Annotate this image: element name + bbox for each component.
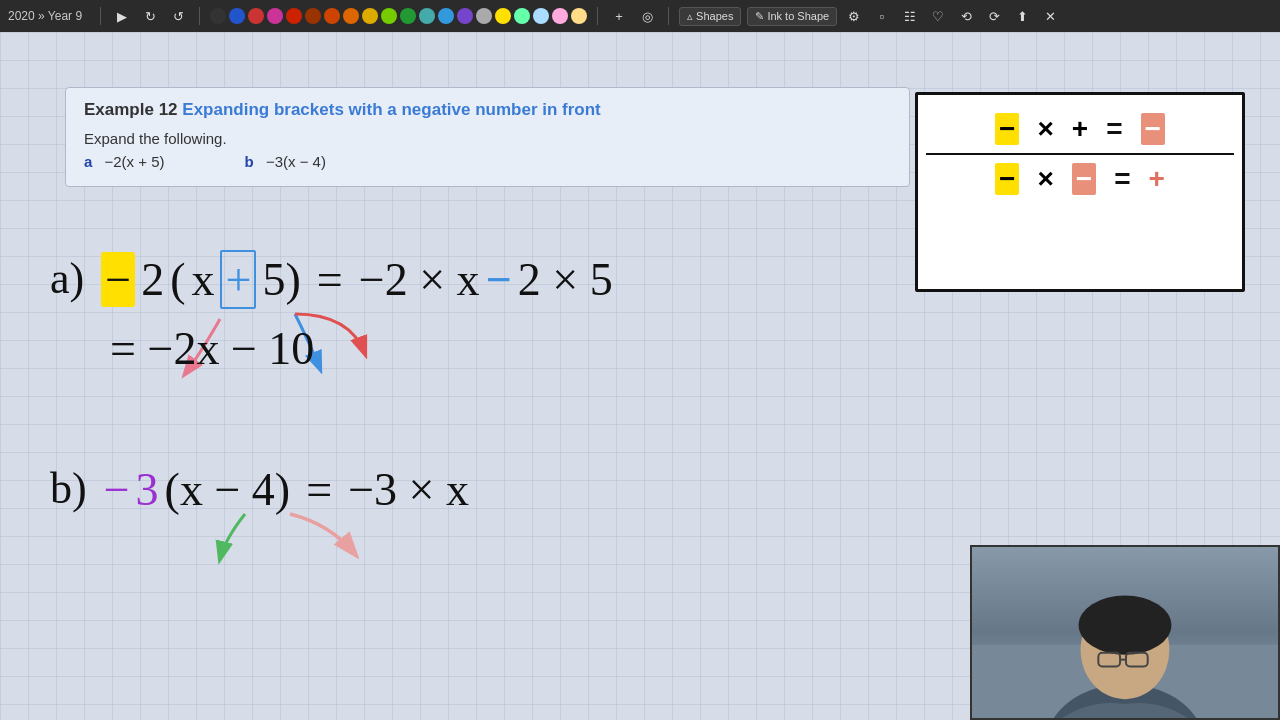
color-purple[interactable]: [457, 8, 473, 24]
color-highlight-green[interactable]: [514, 8, 530, 24]
part-b-rhs: −3 × x: [348, 462, 469, 517]
color-brown[interactable]: [305, 8, 321, 24]
bell-icon[interactable]: ♡: [927, 5, 949, 27]
part-a-rhs2: 2 × 5: [518, 252, 613, 307]
part-a-x: x: [191, 252, 214, 307]
redo-icon[interactable]: ↺: [167, 5, 189, 27]
sep3: [597, 7, 598, 25]
example-title: Example 12 Expanding brackets with a neg…: [84, 100, 891, 120]
part-b-neg: −: [104, 462, 130, 517]
toolbar: 2020 » Year 9 ▶ ↻ ↺ + ◎ ▵ Shapes ✎ Ink t…: [0, 0, 1280, 32]
color-green[interactable]: [400, 8, 416, 24]
canvas: Example 12 Expanding brackets with a neg…: [0, 32, 1280, 720]
sep2: [199, 7, 200, 25]
share-icon[interactable]: ⬆: [1011, 5, 1033, 27]
undo2-icon[interactable]: ⟲: [955, 5, 977, 27]
part-a-2: 2: [141, 252, 164, 307]
example-problems: a −2(x + 5) b −3(x − 4): [84, 153, 891, 170]
sign-rules-box: − × + = − − × − = +: [915, 92, 1245, 292]
color-yellow[interactable]: [362, 8, 378, 24]
problem-a-label: a: [84, 153, 92, 170]
part-a-5: 5): [262, 252, 300, 307]
part-a-open: (: [170, 252, 185, 307]
color-blue[interactable]: [229, 8, 245, 24]
color-lime[interactable]: [381, 8, 397, 24]
part-b-workings: b) − 3 (x − 4) = −3 × x: [50, 462, 469, 517]
sign-plus-1: +: [1072, 113, 1088, 145]
example-box: Example 12 Expanding brackets with a neg…: [65, 87, 910, 187]
color-black[interactable]: [210, 8, 226, 24]
shapes-icon: ▵: [687, 10, 693, 23]
color-highlight-blue[interactable]: [533, 8, 549, 24]
problem-a-expr: −2(x + 5): [105, 153, 165, 170]
part-a-result: = −2x − 10: [110, 321, 314, 376]
sign-eq-1: =: [1106, 113, 1122, 145]
webcam-feed: [972, 547, 1278, 718]
sign-minus-3: −: [1072, 163, 1096, 195]
problem-a: a −2(x + 5): [84, 153, 165, 170]
add-icon[interactable]: +: [608, 5, 630, 27]
sign-result-1: −: [1141, 113, 1165, 145]
part-b-eq: =: [306, 462, 332, 517]
undo-icon[interactable]: ↻: [139, 5, 161, 27]
part-b-open: (x − 4): [165, 462, 291, 517]
sign-row-1: − × + = −: [918, 95, 1242, 153]
sign-minus-1: −: [995, 113, 1019, 145]
part-a-label: a): [50, 253, 95, 306]
color-orange[interactable]: [324, 8, 340, 24]
lasso-icon[interactable]: ◎: [636, 5, 658, 27]
problem-b-label: b: [245, 153, 254, 170]
breadcrumb: 2020 » Year 9: [8, 9, 82, 23]
part-b-3: 3: [136, 462, 159, 517]
eraser-icon[interactable]: ▫: [871, 5, 893, 27]
pen-colors: [210, 8, 587, 24]
color-darkred[interactable]: [286, 8, 302, 24]
close-icon[interactable]: ✕: [1039, 5, 1061, 27]
toolbar-separator: [100, 7, 101, 25]
grid-icon[interactable]: ☷: [899, 5, 921, 27]
part-a-line: a) −2 ( x + 5) = −2 × x − 2 × 5: [50, 250, 613, 309]
color-orange2[interactable]: [343, 8, 359, 24]
example-instruction: Expand the following.: [84, 130, 891, 147]
color-highlight-yellow[interactable]: [495, 8, 511, 24]
example-number: Example 12: [84, 100, 178, 119]
person-silhouette: [972, 545, 1278, 720]
sign-eq-2: =: [1114, 163, 1130, 195]
ink-to-shape-label: Ink to Shape: [767, 10, 829, 22]
part-a-negative: −: [101, 252, 135, 307]
webcam-box: [970, 545, 1280, 720]
redo2-icon[interactable]: ⟳: [983, 5, 1005, 27]
sign-times-2: ×: [1037, 163, 1053, 195]
part-b-line: b) − 3 (x − 4) = −3 × x: [50, 462, 469, 517]
settings-icon[interactable]: ⚙: [843, 5, 865, 27]
shapes-button[interactable]: ▵ Shapes: [679, 7, 741, 26]
color-pink[interactable]: [267, 8, 283, 24]
part-a-plus: +: [220, 250, 256, 309]
svg-point-4: [1079, 595, 1172, 654]
shapes-label: Shapes: [696, 10, 733, 22]
part-a-workings: a) −2 ( x + 5) = −2 × x − 2 × 5 = −2x − …: [50, 250, 613, 376]
sign-result-2: +: [1149, 163, 1165, 195]
part-a-eq: =: [317, 252, 343, 307]
sign-minus-2: −: [995, 163, 1019, 195]
ink-to-shape-button[interactable]: ✎ Ink to Shape: [747, 7, 837, 26]
part-b-label: b): [50, 463, 98, 516]
example-description: Expanding brackets with a negative numbe…: [182, 100, 600, 119]
sep4: [668, 7, 669, 25]
ink-shape-icon: ✎: [755, 10, 764, 23]
cursor-icon[interactable]: ▶: [111, 5, 133, 27]
part-a-rhs1: −2 × x: [359, 252, 480, 307]
color-highlight-orange[interactable]: [571, 8, 587, 24]
sign-times-1: ×: [1037, 113, 1053, 145]
part-a-line2: = −2x − 10: [110, 321, 613, 376]
color-grey[interactable]: [476, 8, 492, 24]
color-sky[interactable]: [438, 8, 454, 24]
color-teal[interactable]: [419, 8, 435, 24]
sign-row-2: − × − = +: [918, 155, 1242, 209]
color-highlight-pink[interactable]: [552, 8, 568, 24]
problem-b: b −3(x − 4): [245, 153, 326, 170]
problem-b-expr: −3(x − 4): [266, 153, 326, 170]
color-red[interactable]: [248, 8, 264, 24]
part-a-minus-blue: −: [486, 252, 512, 307]
